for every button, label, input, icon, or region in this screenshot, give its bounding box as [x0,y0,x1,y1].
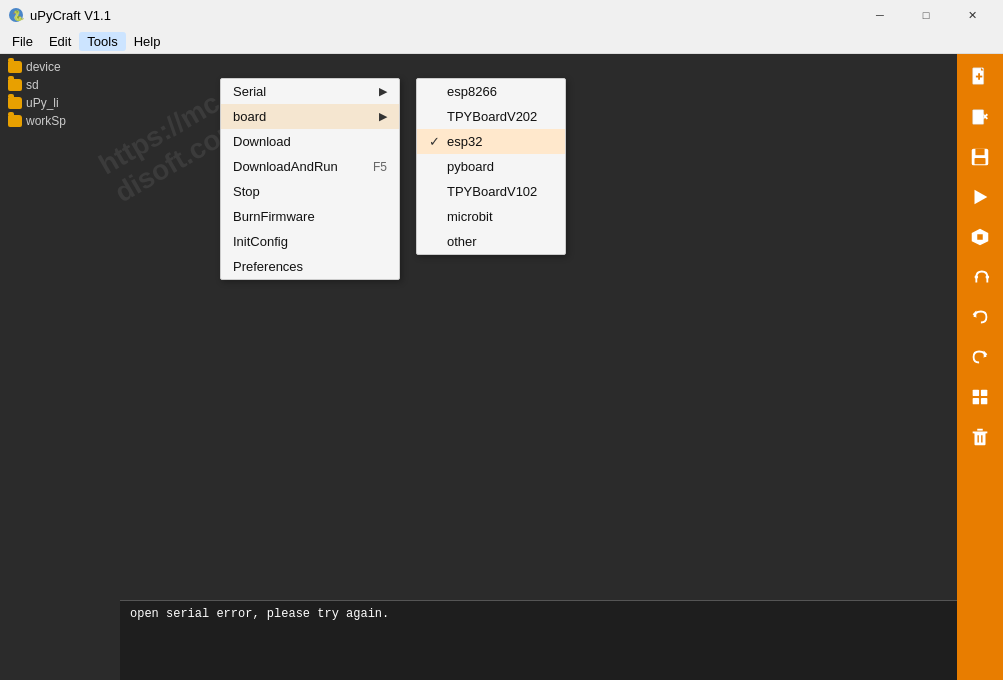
menu-edit[interactable]: Edit [41,32,79,51]
menu-tools-serial[interactable]: Serial ▶ [221,79,399,104]
connect-icon [969,266,991,288]
menu-help[interactable]: Help [126,32,169,51]
title-bar-left: 🐍 uPyCraft V1.1 [8,7,111,23]
board-submenu: esp8266 TPYBoardV202 ✓ esp32 pyboard TPY… [416,78,566,255]
svg-text:🐍: 🐍 [12,9,24,22]
connect-button[interactable] [961,258,999,296]
board-other[interactable]: other [417,229,565,254]
svg-rect-27 [975,432,986,445]
svg-rect-26 [981,398,987,404]
open-file-icon [969,106,991,128]
delete-button[interactable] [961,418,999,456]
shortcut-f5: F5 [373,160,387,174]
tools-menu: Serial ▶ board ▶ Download DownloadAndRun… [220,78,400,280]
folder-icon [8,97,22,109]
folder-icon [8,61,22,73]
menu-tools-burnfirmware[interactable]: BurnFirmware [221,204,399,229]
board-pyboard[interactable]: pyboard [417,154,565,179]
redo-button[interactable] [961,338,999,376]
menu-file[interactable]: File [4,32,41,51]
sidebar-item-workspace[interactable]: workSp [0,112,120,130]
check-icon: ✓ [429,134,441,149]
app-icon: 🐍 [8,7,24,23]
folder-icon [8,115,22,127]
board-esp8266[interactable]: esp8266 [417,79,565,104]
arrow-icon: ▶ [379,110,387,123]
sidebar-item-upylib[interactable]: uPy_li [0,94,120,112]
board-esp32[interactable]: ✓ esp32 [417,129,565,154]
svg-rect-12 [975,149,984,155]
title-bar-controls: ─ □ ✕ [857,0,995,30]
arrow-icon: ▶ [379,85,387,98]
sidebar: device sd uPy_li workSp [0,54,120,680]
upload-icon [969,386,991,408]
svg-rect-13 [975,158,986,164]
menu-tools-stop[interactable]: Stop [221,179,399,204]
content-area: https://mcdisoft.com open serial error, … [120,54,957,680]
title-bar-title: uPyCraft V1.1 [30,8,111,23]
close-button[interactable]: ✕ [949,0,995,30]
board-tpyboardv202[interactable]: TPYBoardV202 [417,104,565,129]
main-layout: device sd uPy_li workSp https://mcdisoft… [0,54,1003,680]
new-file-button[interactable] [961,58,999,96]
stop-icon [969,226,991,248]
terminal: open serial error, please try again. [120,600,957,680]
svg-marker-14 [975,190,988,205]
menu-bar: File Edit Tools Help [0,30,1003,54]
board-microbit[interactable]: microbit [417,204,565,229]
run-button[interactable] [961,178,999,216]
svg-rect-24 [973,398,979,404]
menu-tools-initconfig[interactable]: InitConfig [221,229,399,254]
stop-button[interactable] [961,218,999,256]
save-button[interactable] [961,138,999,176]
svg-rect-16 [977,234,983,240]
sidebar-item-device[interactable]: device [0,58,120,76]
board-tpyboardv102[interactable]: TPYBoardV102 [417,179,565,204]
maximize-button[interactable]: □ [903,0,949,30]
open-file-button[interactable] [961,98,999,136]
title-bar: 🐍 uPyCraft V1.1 ─ □ ✕ [0,0,1003,30]
run-icon [969,186,991,208]
menu-tools[interactable]: Tools [79,32,125,51]
menu-tools-board[interactable]: board ▶ [221,104,399,129]
redo-icon [969,346,991,368]
terminal-text: open serial error, please try again. [130,607,389,621]
right-toolbar [957,54,1003,680]
svg-rect-23 [973,390,979,396]
undo-icon [969,306,991,328]
sidebar-item-sd[interactable]: sd [0,76,120,94]
svg-rect-25 [981,390,987,396]
menu-tools-download[interactable]: Download [221,129,399,154]
svg-rect-7 [973,110,984,125]
new-file-icon [969,66,991,88]
folder-icon [8,79,22,91]
menu-tools-downloadandrun[interactable]: DownloadAndRun F5 [221,154,399,179]
upload-button[interactable] [961,378,999,416]
undo-button[interactable] [961,298,999,336]
menu-tools-preferences[interactable]: Preferences [221,254,399,279]
delete-icon [969,426,991,448]
minimize-button[interactable]: ─ [857,0,903,30]
save-icon [969,146,991,168]
